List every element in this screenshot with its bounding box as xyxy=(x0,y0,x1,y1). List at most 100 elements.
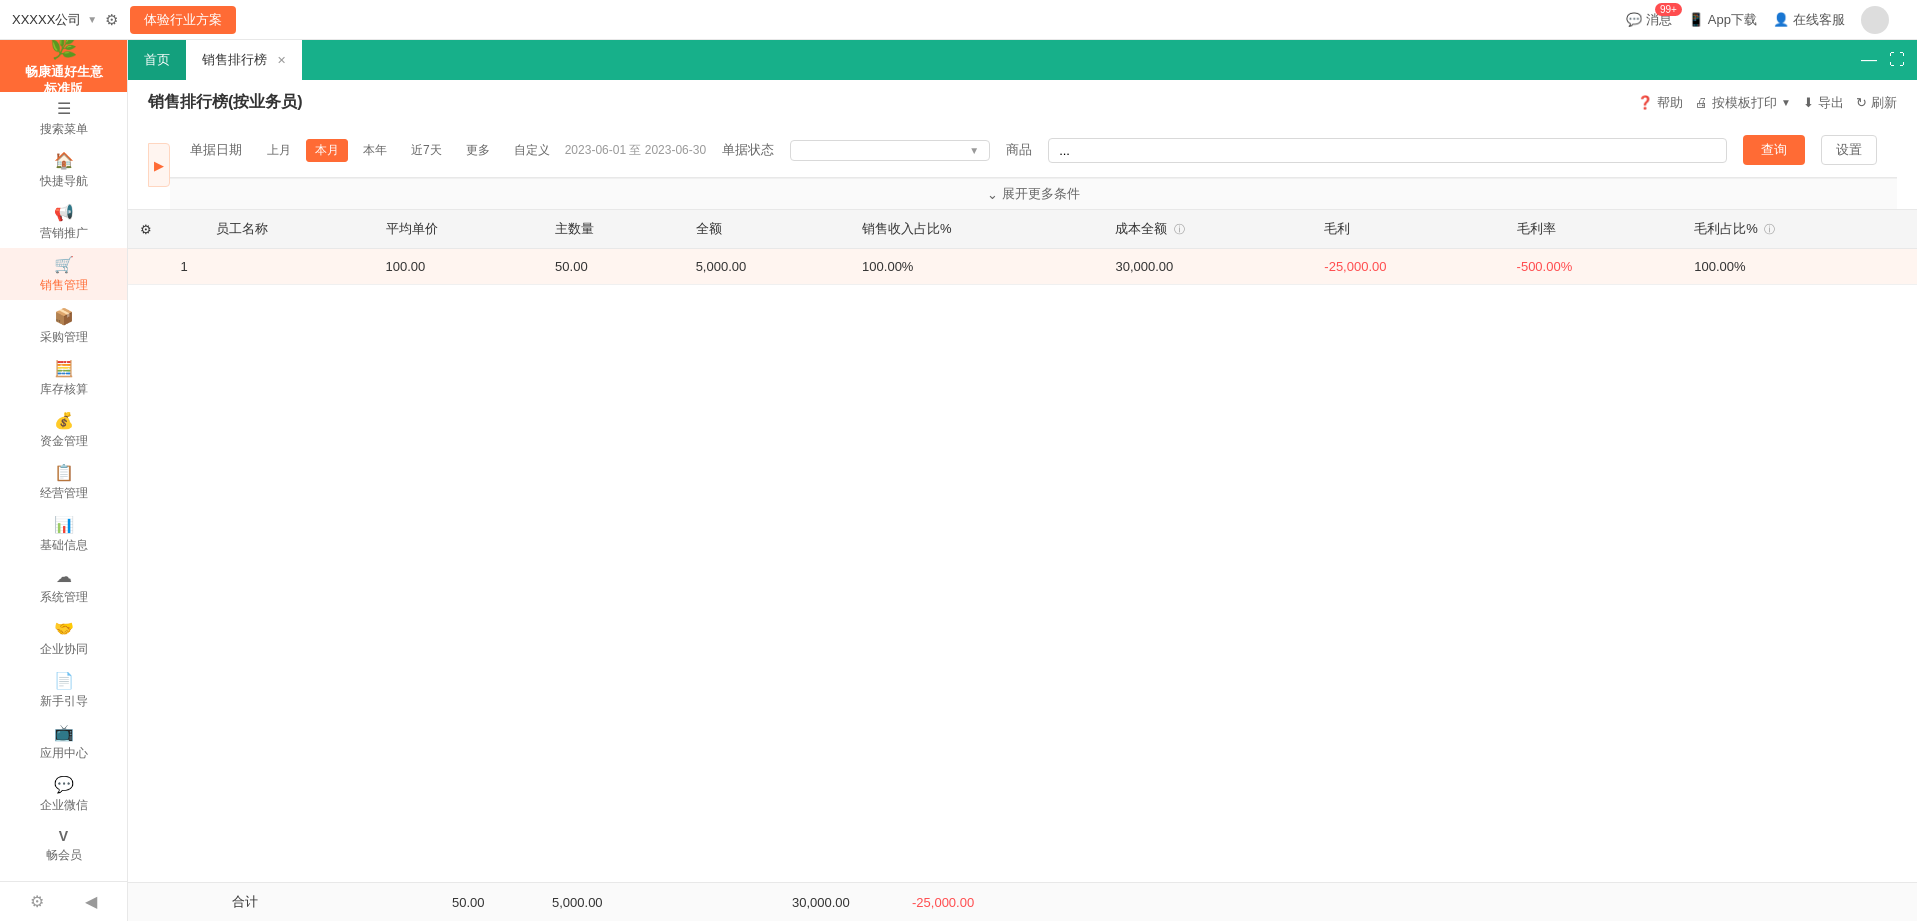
settings-icon[interactable]: ⚙ xyxy=(105,11,118,29)
tab-active-label: 销售排行榜 xyxy=(202,51,267,69)
table-footer: 合计 50.00 5,000.00 30,000.00 -25,000.00 xyxy=(128,882,1917,921)
th-gross-pct: 毛利占比% ⓘ xyxy=(1682,210,1917,249)
status-filter-label: 单据状态 xyxy=(722,141,774,159)
sidebar-logo: 🌿 畅康通好生意 标准版 xyxy=(0,40,127,92)
message-button[interactable]: 💬 消息 99+ xyxy=(1626,11,1672,29)
setting-button[interactable]: 设置 xyxy=(1821,135,1877,165)
date-range-display: 2023-06-01 至 2023-06-30 xyxy=(565,142,706,159)
th-gross: 毛利 xyxy=(1312,210,1504,249)
refresh-label: 刷新 xyxy=(1871,94,1897,112)
th-sales-pct: 销售收入占比% xyxy=(850,210,1103,249)
marketing-icon: 📢 xyxy=(54,203,74,222)
sidebar: 🌿 畅康通好生意 标准版 ☰ 搜索菜单 🏠 快捷导航 📢 营销推广 🛒 销售管理… xyxy=(0,40,128,921)
service-icon: 👤 xyxy=(1773,12,1789,27)
date-btn-7days[interactable]: 近7天 xyxy=(402,139,451,162)
th-gross-rate: 毛利率 xyxy=(1505,210,1683,249)
trial-button[interactable]: 体验行业方案 xyxy=(130,6,236,34)
sidebar-item-shortcut[interactable]: 🏠 快捷导航 xyxy=(0,144,127,196)
status-select[interactable]: ▼ xyxy=(790,140,990,161)
filter-row-1: 单据日期 上月 本月 本年 近7天 更多 自定义 2023-06-01 至 20… xyxy=(190,135,1877,165)
operation-icon: 📋 xyxy=(54,463,74,482)
date-btn-this-month[interactable]: 本月 xyxy=(306,139,348,162)
sidebar-item-sales[interactable]: 🛒 销售管理 xyxy=(0,248,127,300)
sidebar-item-system[interactable]: ☁ 系统管理 xyxy=(0,560,127,612)
sidebar-item-marketing[interactable]: 📢 营销推广 xyxy=(0,196,127,248)
footer-total-label: 合计 xyxy=(220,893,340,911)
bottom-gear-icon[interactable]: ⚙ xyxy=(30,892,44,911)
print-icon: 🖨 xyxy=(1695,95,1708,110)
sidebar-item-finance[interactable]: 💰 资金管理 xyxy=(0,404,127,456)
collapse-filter-button[interactable]: ▶ xyxy=(148,143,170,187)
date-btn-this-year[interactable]: 本年 xyxy=(354,139,396,162)
sidebar-item-wechat[interactable]: 💬 企业微信 xyxy=(0,768,127,820)
goods-filter-label: 商品 xyxy=(1006,141,1032,159)
date-filter-label: 单据日期 xyxy=(190,141,242,159)
date-btn-custom[interactable]: 自定义 xyxy=(505,139,559,162)
sidebar-item-purchase[interactable]: 📦 采购管理 xyxy=(0,300,127,352)
date-btn-prev-month[interactable]: 上月 xyxy=(258,139,300,162)
sidebar-item-inventory[interactable]: 🧮 库存核算 xyxy=(0,352,127,404)
th-settings[interactable]: ⚙ xyxy=(128,210,164,249)
search-menu-icon: ☰ xyxy=(57,99,71,118)
page-title-row: 销售排行榜(按业务员) ❓ 帮助 🖨 按模板打印 ▼ ⬇ xyxy=(148,92,1897,113)
online-service-button[interactable]: 👤 在线客服 xyxy=(1773,11,1845,29)
tab-close-icon[interactable]: ✕ xyxy=(277,54,286,67)
row-gross-pct: 100.00% xyxy=(1682,249,1917,285)
sidebar-item-member[interactable]: V 畅会员 xyxy=(0,820,127,872)
sidebar-bottom: ⚙ ◀ xyxy=(0,881,127,921)
basic-icon: 📊 xyxy=(54,515,74,534)
tab-home-label: 首页 xyxy=(144,51,170,69)
status-arrow-icon: ▼ xyxy=(969,145,979,156)
footer-gross: -25,000.00 xyxy=(900,895,1020,910)
row-amount: 5,000.00 xyxy=(684,249,850,285)
sidebar-item-basic[interactable]: 📊 基础信息 xyxy=(0,508,127,560)
filter-area: 单据日期 上月 本月 本年 近7天 更多 自定义 2023-06-01 至 20… xyxy=(170,123,1897,178)
sidebar-item-apps[interactable]: 📺 应用中心 xyxy=(0,716,127,768)
tab-sales-ranking[interactable]: 销售排行榜 ✕ xyxy=(186,40,302,80)
member-icon: V xyxy=(59,828,68,844)
row-sales-pct: 100.00% xyxy=(850,249,1103,285)
gross-pct-info-icon[interactable]: ⓘ xyxy=(1764,223,1775,235)
avatar[interactable] xyxy=(1861,6,1889,34)
bottom-collapse-icon[interactable]: ◀ xyxy=(85,892,97,911)
th-cost: 成本全额 ⓘ xyxy=(1103,210,1312,249)
inventory-icon: 🧮 xyxy=(54,359,74,378)
cost-info-icon[interactable]: ⓘ xyxy=(1174,223,1185,235)
company-selector[interactable]: XXXXX公司 ▼ xyxy=(12,11,97,29)
app-icon: 📱 xyxy=(1688,12,1704,27)
expand-filters-button[interactable]: ⌄ 展开更多条件 xyxy=(170,178,1897,209)
goods-select[interactable]: ... xyxy=(1048,138,1727,163)
sidebar-item-operation[interactable]: 📋 经营管理 xyxy=(0,456,127,508)
tab-maximize-icon[interactable]: ⛶ xyxy=(1889,51,1905,69)
ranking-table: ⚙ 员工名称 平均单价 主数量 全额 销售收入占比% 成本全额 ⓘ 毛利 xyxy=(128,210,1917,285)
app-download-button[interactable]: 📱 App下载 xyxy=(1688,11,1757,29)
query-button[interactable]: 查询 xyxy=(1743,135,1805,165)
content-area: 首页 销售排行榜 ✕ — ⛶ 销售排行榜(按业务员) ❓ 帮助 xyxy=(128,40,1917,921)
footer-quantity: 50.00 xyxy=(440,895,540,910)
print-button[interactable]: 🖨 按模板打印 ▼ xyxy=(1695,94,1791,112)
sidebar-item-guide[interactable]: 📄 新手引导 xyxy=(0,664,127,716)
refresh-button[interactable]: ↻ 刷新 xyxy=(1856,94,1897,112)
guide-icon: 📄 xyxy=(54,671,74,690)
tab-home[interactable]: 首页 xyxy=(128,40,186,80)
purchase-icon: 📦 xyxy=(54,307,74,326)
table-row: 1 100.00 50.00 5,000.00 100.00% 30,000.0… xyxy=(128,249,1917,285)
sidebar-item-search[interactable]: ☰ 搜索菜单 xyxy=(0,92,127,144)
main-layout: 🌿 畅康通好生意 标准版 ☰ 搜索菜单 🏠 快捷导航 📢 营销推广 🛒 销售管理… xyxy=(0,40,1917,921)
export-button[interactable]: ⬇ 导出 xyxy=(1803,94,1844,112)
row-settings xyxy=(128,249,164,285)
message-icon: 💬 xyxy=(1626,12,1642,27)
help-label: 帮助 xyxy=(1657,94,1683,112)
date-filter: 上月 本月 本年 近7天 更多 自定义 2023-06-01 至 2023-06… xyxy=(258,139,706,162)
tab-minimize-icon[interactable]: — xyxy=(1861,51,1877,69)
sidebar-item-enterprise[interactable]: 🤝 企业协同 xyxy=(0,612,127,664)
page-content: 销售排行榜(按业务员) ❓ 帮助 🖨 按模板打印 ▼ ⬇ xyxy=(128,80,1917,921)
date-btn-more[interactable]: 更多 xyxy=(457,139,499,162)
help-button[interactable]: ❓ 帮助 xyxy=(1637,94,1683,112)
th-rank xyxy=(164,210,204,249)
th-avg-price: 平均单价 xyxy=(374,210,544,249)
top-right-area: 💬 消息 99+ 📱 App下载 👤 在线客服 xyxy=(1626,6,1905,34)
enterprise-icon: 🤝 xyxy=(54,619,74,638)
goods-placeholder: ... xyxy=(1059,143,1070,158)
page-header: 销售排行榜(按业务员) ❓ 帮助 🖨 按模板打印 ▼ ⬇ xyxy=(128,80,1917,210)
